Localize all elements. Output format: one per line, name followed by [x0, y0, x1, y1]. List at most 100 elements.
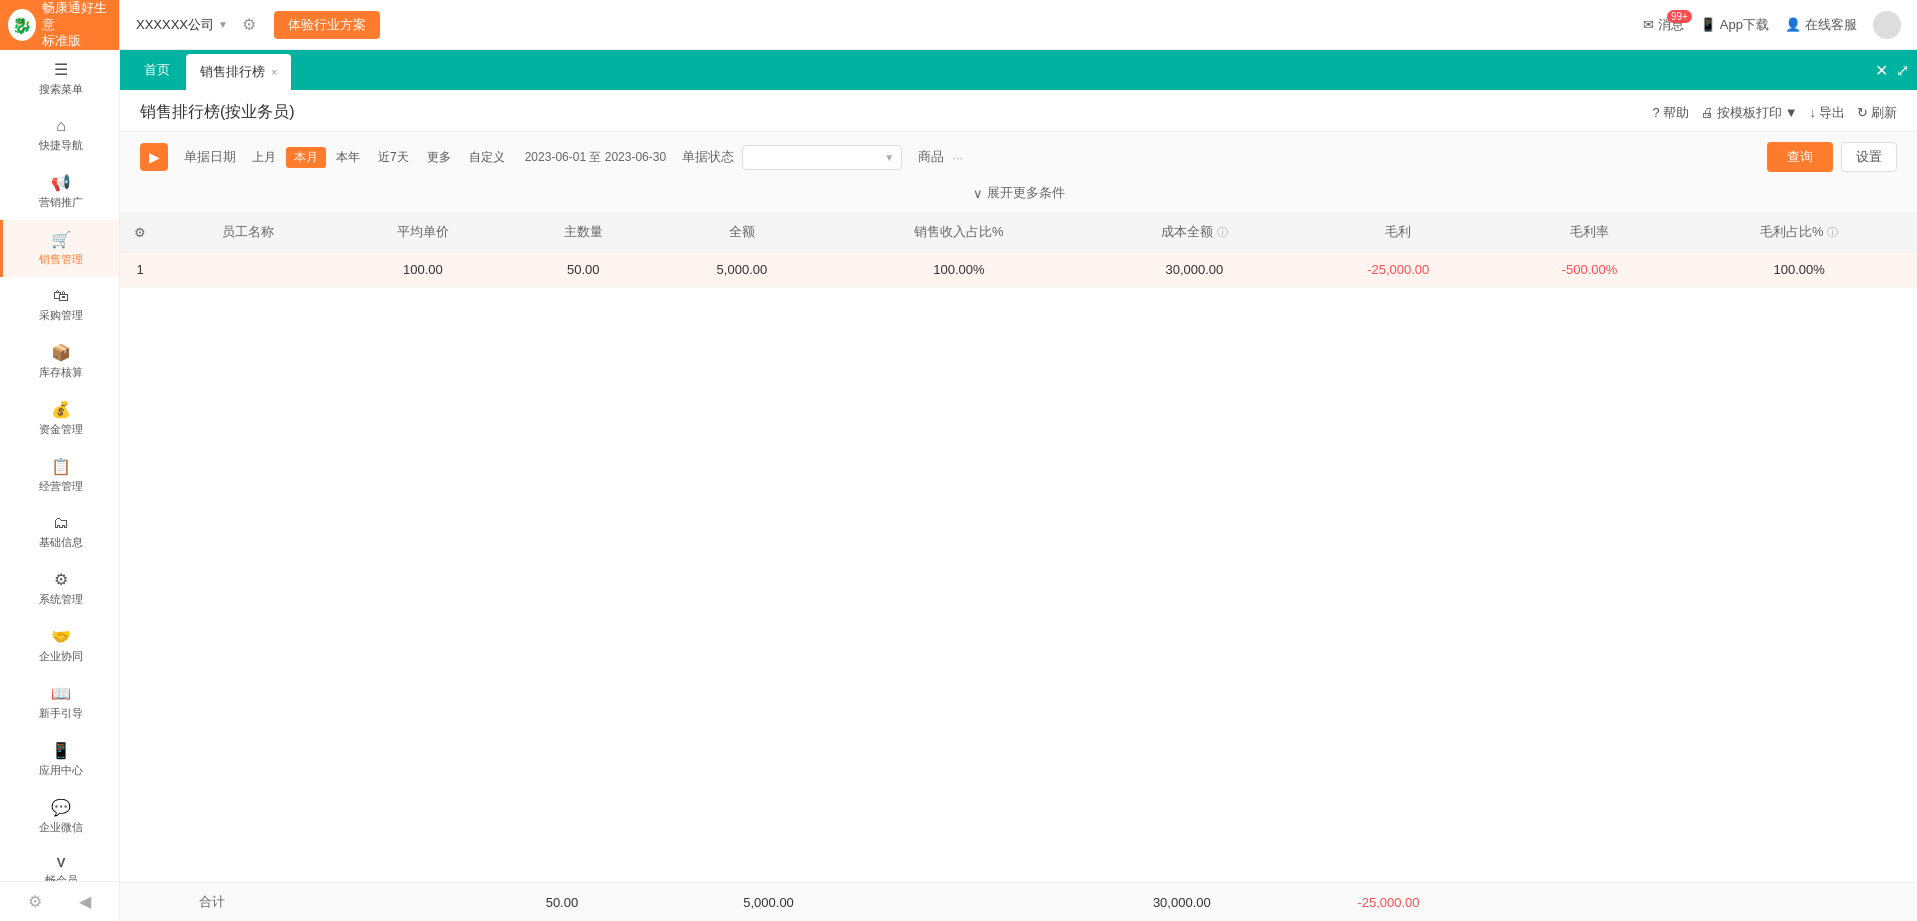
- date-tab-custom[interactable]: 自定义: [461, 147, 513, 168]
- tab-sales-ranking[interactable]: 销售排行榜 ×: [186, 54, 291, 90]
- sidebar-label-guide: 新手引导: [39, 706, 83, 721]
- th-avg-price: 平均单价: [335, 213, 510, 252]
- tab-sales-ranking-label: 销售排行榜: [200, 63, 265, 81]
- online-service-button[interactable]: 👤 在线客服: [1785, 16, 1857, 34]
- sidebar-item-marketing[interactable]: 📢 营销推广: [0, 163, 119, 220]
- sidebar-label-search: 搜索菜单: [39, 82, 83, 97]
- footer-label: 合计: [172, 893, 252, 911]
- message-button[interactable]: ✉ 消息 99+: [1643, 16, 1684, 34]
- sidebar-item-member[interactable]: V 畅会员: [0, 845, 119, 881]
- goods-filter-label: 商品: [918, 148, 944, 166]
- sidebar-item-inventory[interactable]: 📦 库存核算: [0, 333, 119, 390]
- page-header: 销售排行榜(按业务员) ? 帮助 🖨 按模板打印 ▼ ↓ 导出 ↻ 刷新: [120, 90, 1917, 132]
- footer-gross: -25,000.00: [1285, 895, 1492, 910]
- tab-close-icon[interactable]: ×: [271, 66, 277, 78]
- sidebar-label-member: 畅会员: [45, 873, 78, 881]
- column-settings-icon[interactable]: ⚙: [134, 225, 146, 240]
- expand-tabs-icon[interactable]: ⤢: [1896, 61, 1909, 80]
- settings-button[interactable]: 设置: [1841, 142, 1897, 172]
- date-tab-this-month[interactable]: 本月: [286, 147, 326, 168]
- date-tab-more[interactable]: 更多: [419, 147, 459, 168]
- home-icon: ⌂: [56, 117, 66, 135]
- expand-row: ∨ 展开更多条件: [140, 178, 1897, 202]
- date-tab-7days[interactable]: 近7天: [370, 147, 417, 168]
- filter-area: ▶ 单据日期 上月 本月 本年 近7天 更多 自定义 2023-06-01 至 …: [120, 132, 1917, 213]
- user-avatar[interactable]: [1873, 11, 1901, 39]
- help-link[interactable]: ? 帮助: [1652, 104, 1688, 122]
- table-head: ⚙ 员工名称 平均单价 主数量 全额 销售收入占比% 成本全额 ⓘ 毛利 毛利率: [120, 213, 1917, 252]
- th-settings[interactable]: ⚙: [120, 213, 160, 252]
- enterprise-icon: 🤝: [51, 627, 71, 646]
- filter-row: ▶ 单据日期 上月 本月 本年 近7天 更多 自定义 2023-06-01 至 …: [140, 142, 1897, 172]
- print-dropdown-icon: ▼: [1785, 105, 1798, 120]
- sidebar-item-sales[interactable]: 🛒 销售管理: [0, 220, 119, 277]
- date-range-display: 2023-06-01 至 2023-06-30: [525, 149, 666, 166]
- company-dropdown-icon: ▼: [218, 19, 228, 30]
- app-download-button[interactable]: 📱 App下载: [1700, 16, 1769, 34]
- table-header-row: ⚙ 员工名称 平均单价 主数量 全额 销售收入占比% 成本全额 ⓘ 毛利 毛利率: [120, 213, 1917, 252]
- query-button[interactable]: 查询: [1767, 142, 1833, 172]
- cell-gross: -25,000.00: [1299, 252, 1498, 288]
- footer-cost: 30,000.00: [1079, 895, 1286, 910]
- expand-conditions-btn[interactable]: ∨ 展开更多条件: [140, 184, 1897, 202]
- th-amount: 全额: [656, 213, 828, 252]
- message-icon: ✉: [1643, 17, 1654, 32]
- table-area: ⚙ 员工名称 平均单价 主数量 全额 销售收入占比% 成本全额 ⓘ 毛利 毛利率: [120, 213, 1917, 882]
- sidebar-item-enterprise[interactable]: 🤝 企业协同: [0, 617, 119, 674]
- trial-button[interactable]: 体验行业方案: [274, 11, 380, 39]
- table-footer: 合计 50.00 5,000.00 30,000.00 -25,000.00: [120, 882, 1917, 921]
- date-tab-last-month[interactable]: 上月: [244, 147, 284, 168]
- sidebar-item-guide[interactable]: 📖 新手引导: [0, 674, 119, 731]
- collapse-icon[interactable]: ◀: [79, 892, 91, 911]
- sidebar-item-basic-info[interactable]: 🗂 基础信息: [0, 504, 119, 560]
- sidebar-item-search[interactable]: ☰ 搜索菜单: [0, 50, 119, 107]
- print-button[interactable]: 🖨 按模板打印 ▼: [1701, 104, 1798, 122]
- cell-rank: 1: [120, 252, 160, 288]
- topbar-gear-icon[interactable]: ⚙: [242, 15, 256, 34]
- date-tab-this-year[interactable]: 本年: [328, 147, 368, 168]
- marketing-icon: 📢: [51, 173, 71, 192]
- tab-home[interactable]: 首页: [128, 50, 186, 90]
- logo-icon: 🐉: [8, 9, 36, 41]
- sidebar-label-quick-nav: 快捷导航: [39, 138, 83, 153]
- sidebar-item-purchase[interactable]: 🛍 采购管理: [0, 277, 119, 333]
- refresh-icon: ↻: [1857, 105, 1868, 120]
- filter-toggle-btn[interactable]: ▶: [140, 143, 168, 171]
- logo-line1: 畅康通好生意: [42, 0, 111, 33]
- status-select[interactable]: [742, 145, 902, 170]
- finance-icon: 💰: [51, 400, 71, 419]
- sidebar-label-system: 系统管理: [39, 592, 83, 607]
- operations-icon: 📋: [51, 457, 71, 476]
- member-icon: V: [57, 855, 66, 870]
- cell-avg-price: 100.00: [335, 252, 510, 288]
- cell-gross-rate: -500.00%: [1498, 252, 1682, 288]
- sidebar-item-system[interactable]: ⚙ 系统管理: [0, 560, 119, 617]
- system-icon: ⚙: [54, 570, 68, 589]
- sidebar-item-quick-nav[interactable]: ⌂ 快捷导航: [0, 107, 119, 163]
- data-table: ⚙ 员工名称 平均单价 主数量 全额 销售收入占比% 成本全额 ⓘ 毛利 毛利率: [120, 213, 1917, 288]
- sidebar-item-operations[interactable]: 📋 经营管理: [0, 447, 119, 504]
- print-icon: 🖨: [1701, 105, 1714, 120]
- cost-info-icon[interactable]: ⓘ: [1217, 226, 1228, 238]
- footer-qty: 50.00: [459, 895, 666, 910]
- export-button[interactable]: ↓ 导出: [1810, 104, 1846, 122]
- wechat-icon: 💬: [51, 798, 71, 817]
- refresh-button[interactable]: ↻ 刷新: [1857, 104, 1897, 122]
- gross-pct-info-icon[interactable]: ⓘ: [1827, 226, 1838, 238]
- settings-bottom-icon[interactable]: ⚙: [28, 892, 42, 911]
- cell-amount: 5,000.00: [656, 252, 828, 288]
- sidebar-label-finance: 资金管理: [39, 422, 83, 437]
- main-area: XXXXXX公司 ▼ ⚙ 体验行业方案 ✉ 消息 99+ 📱 App下载 👤 在…: [120, 0, 1917, 921]
- sidebar-item-wechat[interactable]: 💬 企业微信: [0, 788, 119, 845]
- table-body: 1 100.00 50.00 5,000.00 100.00% 30,000.0…: [120, 252, 1917, 288]
- sidebar-item-finance[interactable]: 💰 资金管理: [0, 390, 119, 447]
- close-all-tabs-icon[interactable]: ✕: [1875, 61, 1888, 80]
- goods-filter: 商品 ···: [918, 148, 963, 166]
- service-icon: 👤: [1785, 17, 1801, 32]
- cell-gross-pct: 100.00%: [1681, 252, 1917, 288]
- sidebar-item-app-center[interactable]: 📱 应用中心: [0, 731, 119, 788]
- company-selector[interactable]: XXXXXX公司 ▼: [136, 16, 228, 34]
- help-icon: ?: [1652, 105, 1659, 120]
- sidebar-label-marketing: 营销推广: [39, 195, 83, 210]
- page-title: 销售排行榜(按业务员): [140, 102, 295, 123]
